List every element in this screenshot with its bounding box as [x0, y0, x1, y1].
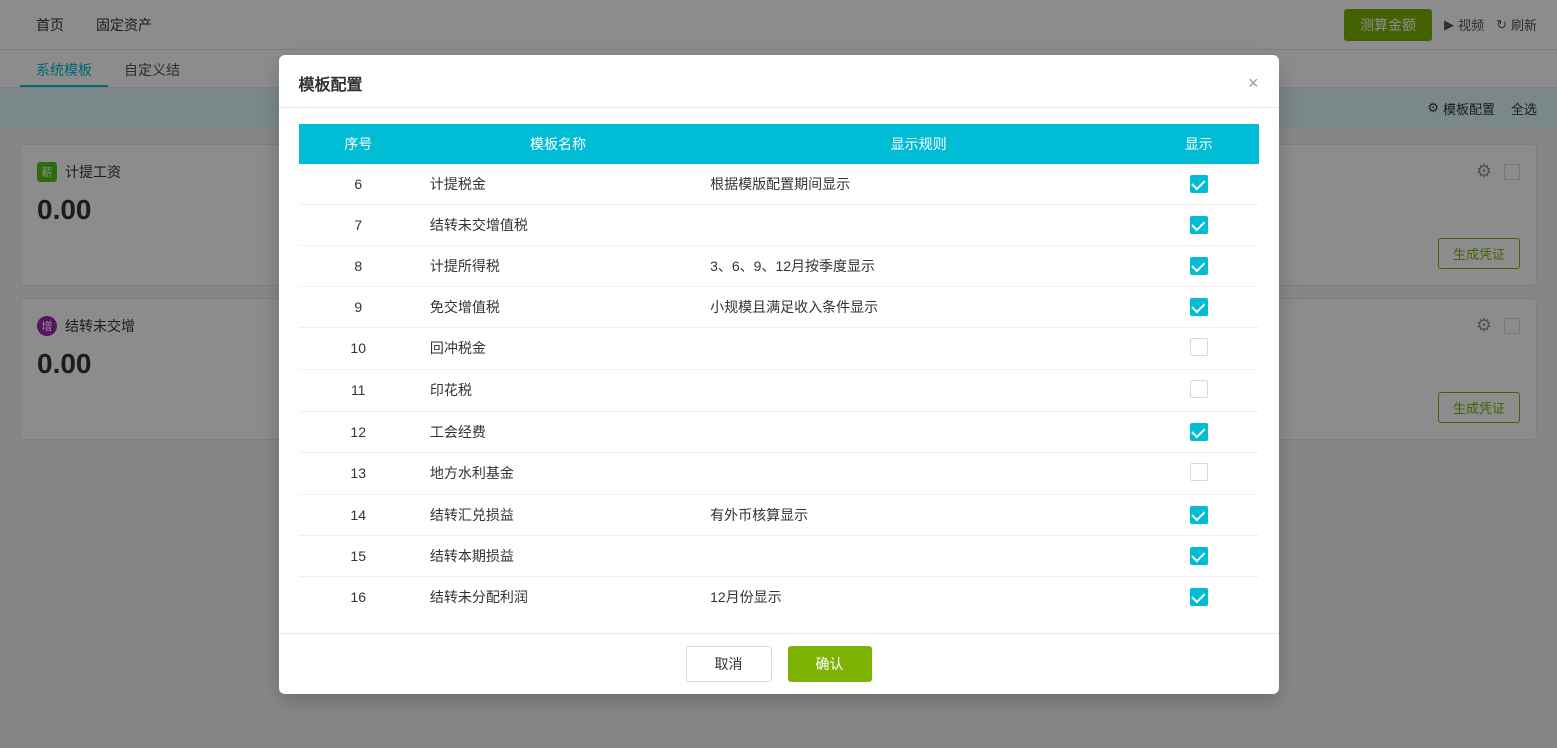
cell-name: 免交增值税: [418, 286, 698, 327]
checkbox-15[interactable]: [1190, 547, 1208, 565]
cell-check: [1139, 164, 1258, 205]
cell-name: 结转汇兑损益: [418, 494, 698, 535]
modal-title: 模板配置: [299, 71, 363, 95]
cell-id: 15: [299, 535, 418, 576]
table-scroll-wrap[interactable]: 序号 模板名称 显示规则 显示 6计提税金根据模版配置期间显示7结转未交增值税8…: [299, 124, 1259, 617]
cell-name: 结转未交增值税: [418, 204, 698, 245]
cell-check: [1139, 245, 1258, 286]
col-header-id: 序号: [299, 124, 418, 164]
cell-rule: [698, 535, 1139, 576]
cell-id: 16: [299, 576, 418, 617]
table-row: 11印花税: [299, 369, 1259, 411]
cell-rule: 有外币核算显示: [698, 494, 1139, 535]
cell-id: 7: [299, 204, 418, 245]
cell-check: [1139, 576, 1258, 617]
modal-footer: 取消 确认: [279, 633, 1279, 694]
checkbox-6[interactable]: [1190, 175, 1208, 193]
cell-name: 结转未分配利润: [418, 576, 698, 617]
table-row: 9免交增值税小规模且满足收入条件显示: [299, 286, 1259, 327]
table-row: 7结转未交增值税: [299, 204, 1259, 245]
checkbox-14[interactable]: [1190, 506, 1208, 524]
checkbox-13[interactable]: [1190, 463, 1208, 481]
table-row: 14结转汇兑损益有外币核算显示: [299, 494, 1259, 535]
cell-id: 12: [299, 411, 418, 452]
config-table: 序号 模板名称 显示规则 显示 6计提税金根据模版配置期间显示7结转未交增值税8…: [299, 124, 1259, 617]
modal-template-config: 模板配置 × 序号 模板名称 显示规则 显示 6计提税金根据模版配置期间显示7结…: [279, 55, 1279, 694]
cell-rule: [698, 204, 1139, 245]
table-row: 8计提所得税3、6、9、12月按季度显示: [299, 245, 1259, 286]
table-row: 15结转本期损益: [299, 535, 1259, 576]
cell-id: 10: [299, 327, 418, 369]
cell-check: [1139, 452, 1258, 494]
cell-rule: [698, 411, 1139, 452]
cell-check: [1139, 411, 1258, 452]
cell-rule: 小规模且满足收入条件显示: [698, 286, 1139, 327]
table-row: 10回冲税金: [299, 327, 1259, 369]
cancel-button[interactable]: 取消: [686, 646, 772, 682]
cell-name: 地方水利基金: [418, 452, 698, 494]
checkbox-8[interactable]: [1190, 257, 1208, 275]
checkbox-10[interactable]: [1190, 338, 1208, 356]
cell-check: [1139, 494, 1258, 535]
confirm-button[interactable]: 确认: [788, 646, 872, 682]
modal-close-button[interactable]: ×: [1248, 74, 1259, 92]
col-header-name: 模板名称: [418, 124, 698, 164]
modal-body: 序号 模板名称 显示规则 显示 6计提税金根据模版配置期间显示7结转未交增值税8…: [279, 108, 1279, 633]
cell-rule: 3、6、9、12月按季度显示: [698, 245, 1139, 286]
cell-id: 14: [299, 494, 418, 535]
checkbox-9[interactable]: [1190, 298, 1208, 316]
cell-name: 回冲税金: [418, 327, 698, 369]
cell-check: [1139, 204, 1258, 245]
cell-rule: [698, 369, 1139, 411]
col-header-rule: 显示规则: [698, 124, 1139, 164]
cell-check: [1139, 327, 1258, 369]
cell-id: 8: [299, 245, 418, 286]
cell-check: [1139, 286, 1258, 327]
checkbox-11[interactable]: [1190, 380, 1208, 398]
cell-id: 6: [299, 164, 418, 205]
cell-id: 13: [299, 452, 418, 494]
checkbox-12[interactable]: [1190, 423, 1208, 441]
table-row: 6计提税金根据模版配置期间显示: [299, 164, 1259, 205]
checkbox-16[interactable]: [1190, 588, 1208, 606]
cell-name: 计提所得税: [418, 245, 698, 286]
cell-id: 9: [299, 286, 418, 327]
cell-rule: 12月份显示: [698, 576, 1139, 617]
checkbox-7[interactable]: [1190, 216, 1208, 234]
col-header-show: 显示: [1139, 124, 1258, 164]
cell-name: 结转本期损益: [418, 535, 698, 576]
table-row: 16结转未分配利润12月份显示: [299, 576, 1259, 617]
table-row: 12工会经费: [299, 411, 1259, 452]
modal-header: 模板配置 ×: [279, 55, 1279, 108]
cell-rule: [698, 452, 1139, 494]
cell-check: [1139, 535, 1258, 576]
cell-id: 11: [299, 369, 418, 411]
cell-name: 计提税金: [418, 164, 698, 205]
modal-overlay: 模板配置 × 序号 模板名称 显示规则 显示 6计提税金根据模版配置期间显示7结…: [0, 0, 1557, 748]
cell-check: [1139, 369, 1258, 411]
cell-name: 工会经费: [418, 411, 698, 452]
cell-rule: 根据模版配置期间显示: [698, 164, 1139, 205]
cell-name: 印花税: [418, 369, 698, 411]
cell-rule: [698, 327, 1139, 369]
table-row: 13地方水利基金: [299, 452, 1259, 494]
